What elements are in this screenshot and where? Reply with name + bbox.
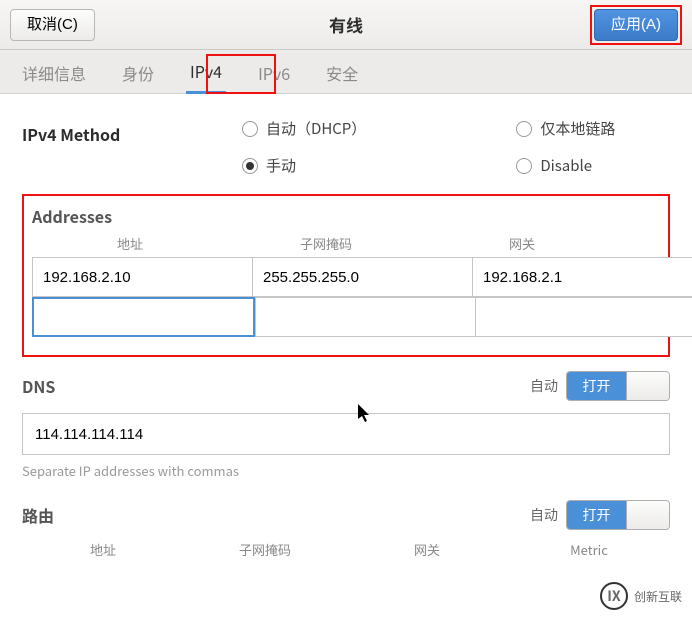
headerbar: 取消(C) 有线 应用(A) [0, 0, 692, 50]
radio-disable-label: Disable [540, 155, 592, 176]
radio-dot-icon [242, 158, 258, 174]
address-input-1[interactable] [32, 297, 255, 337]
dns-header-row: DNS 自动 打开 [22, 371, 670, 401]
tab-identity[interactable]: 身份 [118, 51, 158, 93]
gateway-input-1[interactable] [475, 297, 692, 337]
col-gateway: 网关 [424, 234, 620, 253]
watermark-logo-icon: IX [600, 582, 628, 610]
radio-manual[interactable]: 手动 [242, 155, 366, 176]
apply-button[interactable]: 应用(A) [594, 9, 678, 41]
switch-on-label: 打开 [567, 501, 626, 529]
routes-col-netmask: 子网掩码 [184, 540, 346, 559]
address-row-1 [32, 297, 660, 337]
netmask-input-0[interactable] [252, 257, 472, 297]
routes-auto-label: 自动 [530, 505, 558, 525]
switch-knob [626, 372, 669, 400]
tab-details[interactable]: 详细信息 [18, 51, 90, 93]
radio-disable[interactable]: Disable [516, 155, 615, 176]
radio-linklocal[interactable]: 仅本地链路 [516, 118, 615, 139]
addresses-header: 地址 子网掩码 网关 [32, 234, 660, 253]
network-settings-dialog: 取消(C) 有线 应用(A) 详细信息 身份 IPv4 IPv6 安全 IPv4… [0, 0, 692, 620]
gateway-input-0[interactable] [472, 257, 692, 297]
addresses-title: Addresses [32, 204, 660, 228]
radio-dot-icon [242, 121, 258, 137]
ipv4-method-row: IPv4 Method 自动（DHCP） 手动 仅本地链路 [22, 118, 670, 176]
tab-security[interactable]: 安全 [322, 51, 362, 93]
watermark-text: 创新互联 [634, 588, 682, 605]
dns-label: DNS [22, 374, 530, 398]
ipv4-method-label: IPv4 Method [22, 118, 162, 146]
radio-dot-icon [516, 158, 532, 174]
routes-col-address: 地址 [22, 540, 184, 559]
radio-dot-icon [516, 121, 532, 137]
col-netmask: 子网掩码 [228, 234, 424, 253]
apply-highlight: 应用(A) [590, 5, 682, 45]
radio-linklocal-label: 仅本地链路 [540, 118, 615, 139]
address-input-0[interactable] [32, 257, 252, 297]
radio-dhcp-label: 自动（DHCP） [266, 118, 366, 139]
radio-dhcp[interactable]: 自动（DHCP） [242, 118, 366, 139]
radio-manual-label: 手动 [266, 155, 296, 176]
dns-servers-input[interactable] [22, 413, 670, 455]
routes-col-metric: Metric [508, 540, 670, 559]
routes-col-gateway: 网关 [346, 540, 508, 559]
routes-header: 地址 子网掩码 网关 Metric [22, 540, 670, 559]
tab-ipv6[interactable]: IPv6 [254, 51, 294, 93]
content-pane: IPv4 Method 自动（DHCP） 手动 仅本地链路 [0, 94, 692, 559]
ipv4-method-options: 自动（DHCP） 手动 仅本地链路 Disable [242, 118, 615, 176]
switch-on-label: 打开 [567, 372, 626, 400]
routes-header-row: 路由 自动 打开 [22, 500, 670, 530]
addresses-section: Addresses 地址 子网掩码 网关 [22, 194, 670, 357]
routes-auto-switch[interactable]: 打开 [566, 500, 670, 530]
col-address: 地址 [32, 234, 228, 253]
netmask-input-1[interactable] [255, 297, 475, 337]
routes-label: 路由 [22, 503, 530, 527]
dns-auto-switch[interactable]: 打开 [566, 371, 670, 401]
tab-bar: 详细信息 身份 IPv4 IPv6 安全 [0, 50, 692, 94]
dns-auto-label: 自动 [530, 376, 558, 396]
cancel-button[interactable]: 取消(C) [10, 9, 95, 41]
dns-hint: Separate IP addresses with commas [22, 461, 670, 480]
switch-knob [626, 501, 669, 529]
watermark: IX 创新互联 [596, 578, 686, 614]
address-row-0 [32, 257, 660, 297]
tab-ipv4[interactable]: IPv4 [186, 49, 226, 94]
window-title: 有线 [0, 12, 692, 37]
